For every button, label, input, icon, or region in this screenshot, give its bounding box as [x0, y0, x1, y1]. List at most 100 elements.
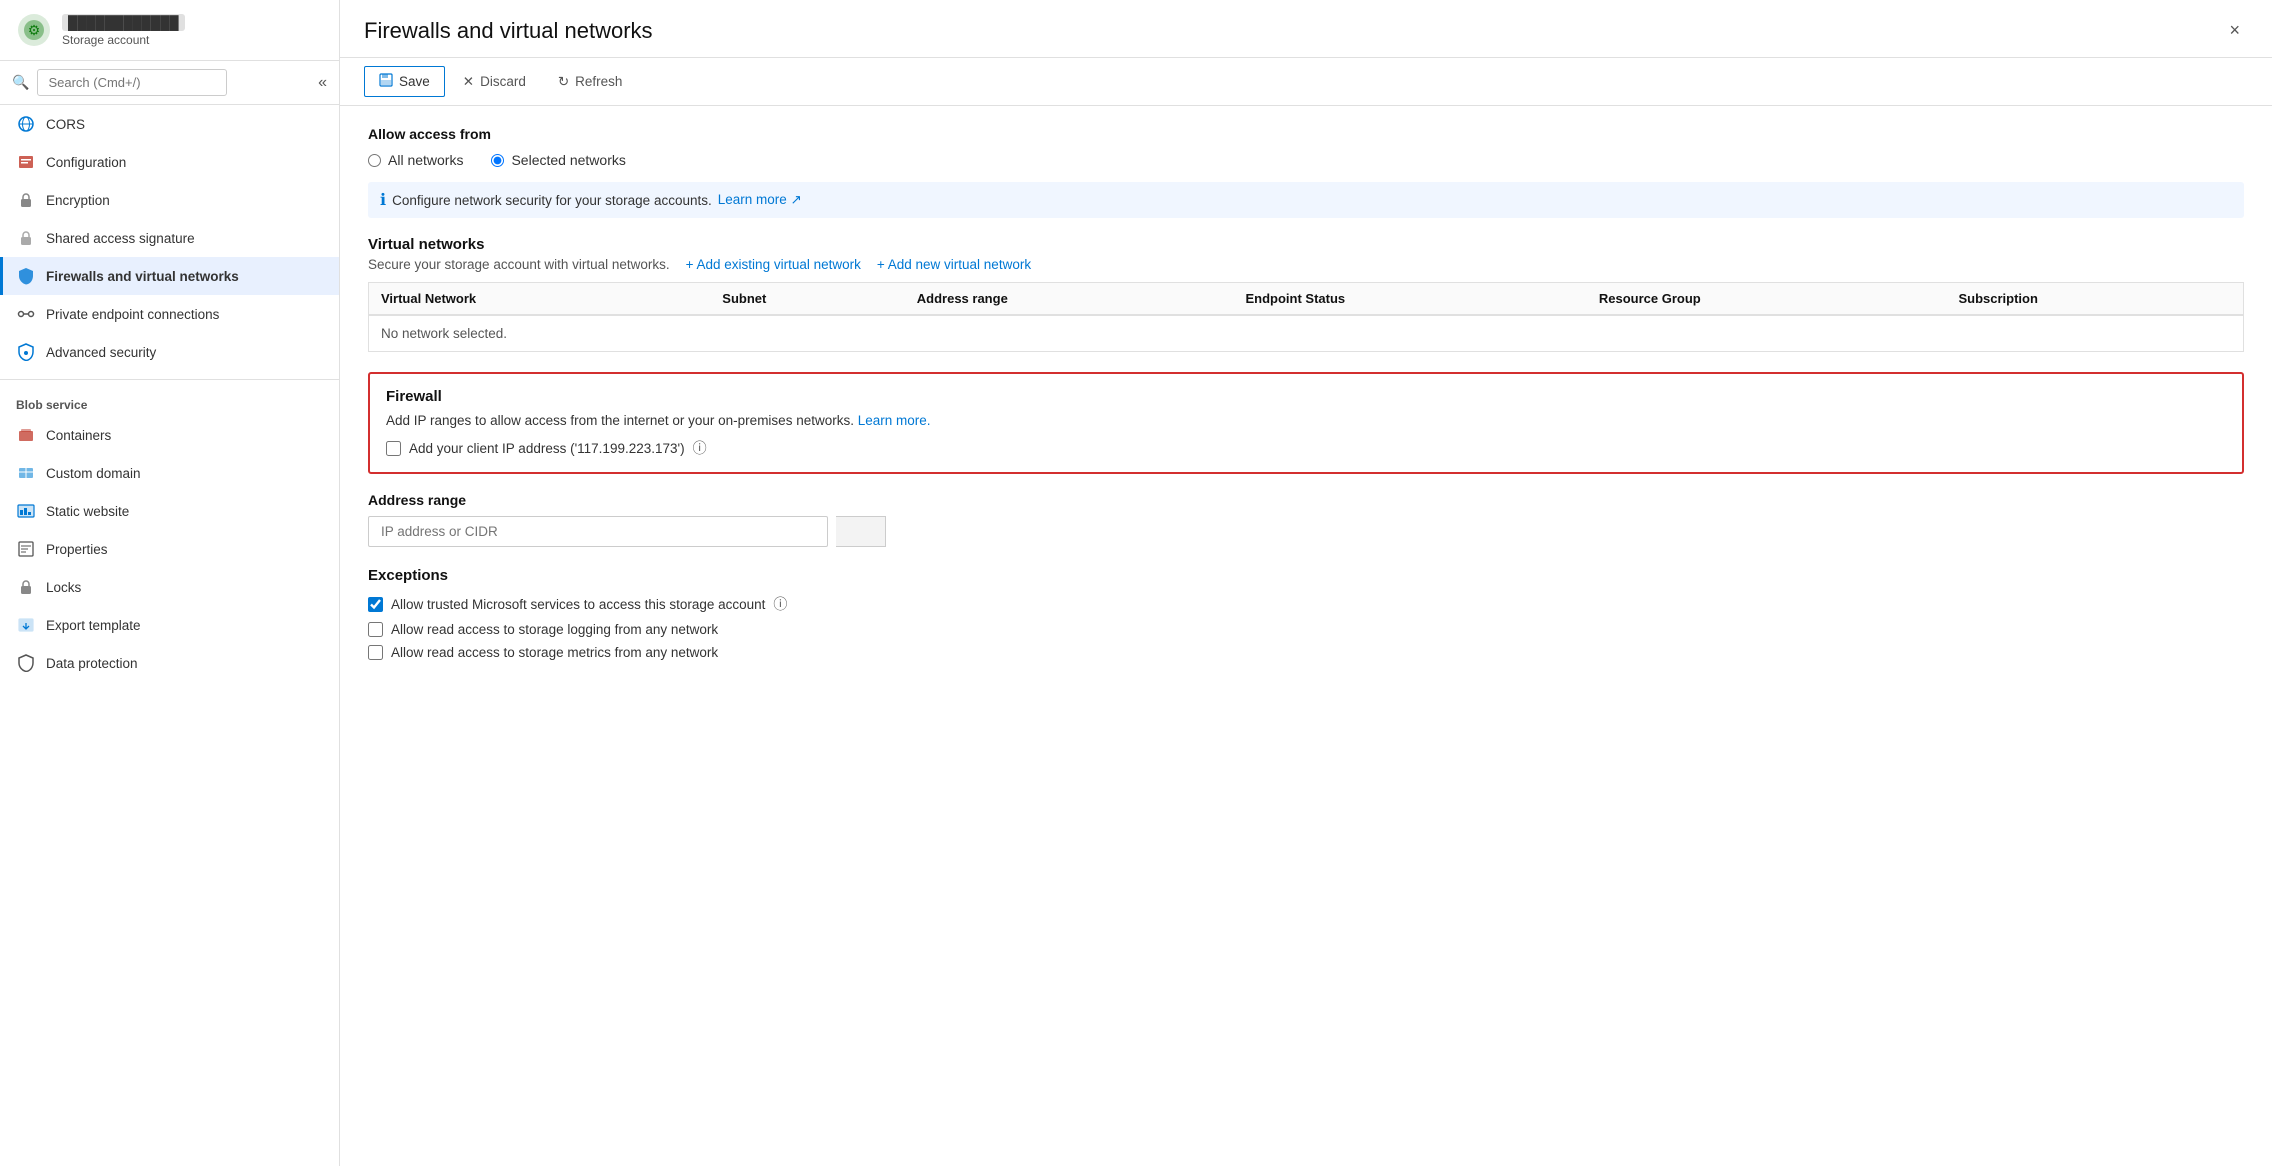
- sidebar-item-static-website[interactable]: Static website: [0, 492, 339, 530]
- col-subscription: Subscription: [1946, 283, 2243, 316]
- sidebar-item-export-template[interactable]: Export template: [0, 606, 339, 644]
- selected-networks-option[interactable]: Selected networks: [491, 152, 625, 168]
- blob-service-divider: [0, 379, 339, 380]
- sidebar: ⚙ ████████████ Storage account 🔍 « CORS …: [0, 0, 340, 1166]
- virtual-networks-title: Virtual networks: [368, 236, 2244, 253]
- sidebar-item-shared-access-signature[interactable]: Shared access signature: [0, 219, 339, 257]
- virtual-networks-desc: Secure your storage account with virtual…: [368, 257, 670, 272]
- learn-more-link[interactable]: Learn more ↗: [718, 192, 802, 208]
- sidebar-item-private-endpoints-label: Private endpoint connections: [46, 307, 219, 322]
- sidebar-item-configuration[interactable]: Configuration: [0, 143, 339, 181]
- save-icon: [379, 73, 393, 90]
- sidebar-item-custom-domain-label: Custom domain: [46, 466, 141, 481]
- all-networks-option[interactable]: All networks: [368, 152, 463, 168]
- firewall-desc-text: Add IP ranges to allow access from the i…: [386, 413, 854, 428]
- sidebar-item-properties[interactable]: Properties: [0, 530, 339, 568]
- allow-access-label: Allow access from: [368, 126, 2244, 142]
- close-button[interactable]: ×: [2221, 16, 2248, 45]
- exception-row-0: Allow trusted Microsoft services to acce…: [368, 594, 2244, 614]
- address-input-add-area: [836, 516, 886, 547]
- exception-checkbox-0[interactable]: [368, 597, 383, 612]
- sidebar-item-encryption[interactable]: Encryption: [0, 181, 339, 219]
- sidebar-item-firewalls-label: Firewalls and virtual networks: [46, 269, 239, 284]
- client-ip-label: Add your client IP address ('117.199.223…: [409, 441, 685, 456]
- sidebar-item-containers-label: Containers: [46, 428, 111, 443]
- sidebar-header: ⚙ ████████████ Storage account: [0, 0, 339, 61]
- sidebar-item-custom-domain[interactable]: Custom domain: [0, 454, 339, 492]
- sas-icon: [16, 228, 36, 248]
- client-ip-info-icon: ⓘ: [693, 438, 707, 458]
- main-content: Firewalls and virtual networks × Save ✕ …: [340, 0, 2272, 1166]
- sidebar-item-properties-label: Properties: [46, 542, 108, 557]
- save-label: Save: [399, 74, 430, 89]
- col-subnet: Subnet: [710, 283, 904, 316]
- locks-icon: [16, 577, 36, 597]
- client-ip-checkbox[interactable]: [386, 441, 401, 456]
- refresh-button[interactable]: ↻ Refresh: [544, 68, 637, 96]
- virtual-network-table: Virtual Network Subnet Address range End…: [368, 282, 2244, 352]
- search-icon: 🔍: [12, 74, 29, 91]
- advanced-security-icon: [16, 342, 36, 362]
- selected-networks-radio[interactable]: [491, 154, 504, 167]
- col-address-range: Address range: [905, 283, 1234, 316]
- info-icon: ℹ: [380, 190, 386, 210]
- sidebar-item-locks[interactable]: Locks: [0, 568, 339, 606]
- sidebar-item-data-protection[interactable]: Data protection: [0, 644, 339, 682]
- no-network-cell: No network selected.: [369, 315, 2244, 352]
- svg-text:⚙: ⚙: [28, 22, 41, 38]
- discard-icon: ✕: [463, 74, 474, 90]
- exception-checkbox-2[interactable]: [368, 645, 383, 660]
- sidebar-item-private-endpoints[interactable]: Private endpoint connections: [0, 295, 339, 333]
- access-radio-group: All networks Selected networks: [368, 152, 2244, 168]
- sidebar-item-cors-label: CORS: [46, 117, 85, 132]
- page-title: Firewalls and virtual networks: [364, 18, 2205, 44]
- sidebar-item-sas-label: Shared access signature: [46, 231, 195, 246]
- client-ip-checkbox-row: Add your client IP address ('117.199.223…: [386, 438, 2226, 458]
- collapse-button[interactable]: «: [318, 74, 327, 92]
- selected-networks-label: Selected networks: [511, 152, 625, 168]
- all-networks-radio[interactable]: [368, 154, 381, 167]
- sidebar-item-export-template-label: Export template: [46, 618, 141, 633]
- blob-service-label: Blob service: [0, 388, 339, 416]
- encryption-icon: [16, 190, 36, 210]
- firewall-icon: [16, 266, 36, 286]
- virtual-networks-subtitle: Secure your storage account with virtual…: [368, 257, 2244, 272]
- firewall-desc: Add IP ranges to allow access from the i…: [386, 413, 2226, 428]
- sidebar-item-data-protection-label: Data protection: [46, 656, 138, 671]
- sidebar-item-advanced-security[interactable]: Advanced security: [0, 333, 339, 371]
- sidebar-item-firewalls[interactable]: Firewalls and virtual networks: [0, 257, 339, 295]
- address-input[interactable]: [368, 516, 828, 547]
- sidebar-item-configuration-label: Configuration: [46, 155, 126, 170]
- sidebar-item-cors[interactable]: CORS: [0, 105, 339, 143]
- main-header: Firewalls and virtual networks ×: [340, 0, 2272, 58]
- containers-icon: [16, 425, 36, 445]
- no-network-row: No network selected.: [369, 315, 2244, 352]
- search-input[interactable]: [37, 69, 227, 96]
- save-button[interactable]: Save: [364, 66, 445, 97]
- static-website-icon: [16, 501, 36, 521]
- add-existing-vnet-link[interactable]: + Add existing virtual network: [686, 257, 861, 272]
- storage-account-label: Storage account: [62, 33, 185, 47]
- search-bar: 🔍 «: [0, 61, 339, 105]
- exception-row-1: Allow read access to storage logging fro…: [368, 622, 2244, 637]
- firewall-learn-more-link[interactable]: Learn more.: [858, 413, 931, 428]
- export-template-icon: [16, 615, 36, 635]
- table-header: Virtual Network Subnet Address range End…: [369, 283, 2244, 316]
- refresh-label: Refresh: [575, 74, 622, 89]
- exception-label-0: Allow trusted Microsoft services to acce…: [391, 597, 765, 612]
- address-range-label: Address range: [368, 492, 2244, 508]
- discard-button[interactable]: ✕ Discard: [449, 68, 540, 96]
- sidebar-item-advanced-security-label: Advanced security: [46, 345, 156, 360]
- private-endpoint-icon: [16, 304, 36, 324]
- firewall-section: Firewall Add IP ranges to allow access f…: [368, 372, 2244, 474]
- exception-label-1: Allow read access to storage logging fro…: [391, 622, 718, 637]
- col-endpoint-status: Endpoint Status: [1233, 283, 1586, 316]
- address-input-row: [368, 516, 2244, 547]
- properties-icon: [16, 539, 36, 559]
- add-new-vnet-link[interactable]: + Add new virtual network: [877, 257, 1031, 272]
- exception-checkbox-1[interactable]: [368, 622, 383, 637]
- info-text: Configure network security for your stor…: [392, 193, 712, 208]
- refresh-icon: ↻: [558, 74, 569, 90]
- sidebar-item-containers[interactable]: Containers: [0, 416, 339, 454]
- exception-label-2: Allow read access to storage metrics fro…: [391, 645, 718, 660]
